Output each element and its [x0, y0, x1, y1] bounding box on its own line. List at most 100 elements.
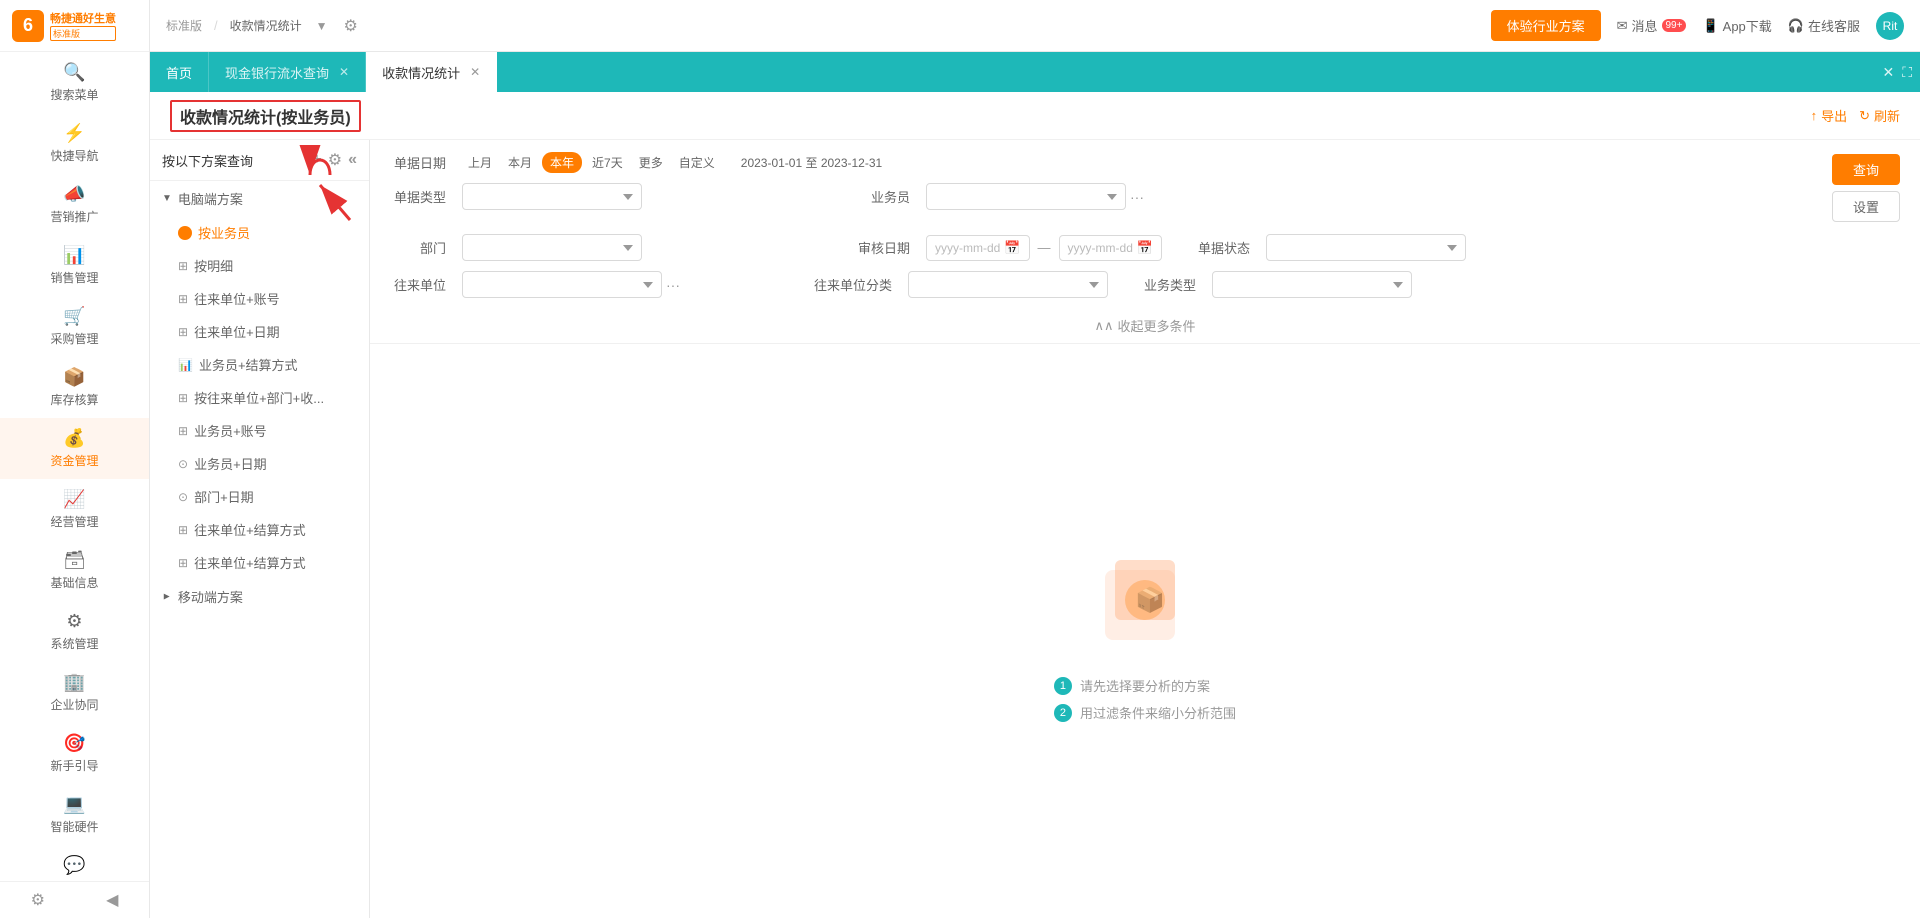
sidebar-item-basicinfo[interactable]: 🗃 基础信息	[0, 540, 149, 601]
tab-maximize-btn[interactable]: ⛶	[1902, 64, 1912, 81]
tab-bank-flow[interactable]: 现金银行流水查询 ✕	[209, 52, 366, 92]
refresh-btn[interactable]: ↻ 刷新	[1859, 106, 1900, 125]
partner-select[interactable]	[462, 271, 662, 298]
review-date-to-input[interactable]: yyyy-mm-dd 📅	[1059, 235, 1163, 261]
empty-tip-2: 2 用过滤条件来缩小分析范围	[1054, 703, 1236, 722]
export-btn[interactable]: ↑ 导出	[1811, 106, 1848, 125]
dept-select[interactable]	[462, 234, 642, 261]
doc-status-select[interactable]	[1266, 234, 1466, 261]
business-type-select[interactable]	[1212, 271, 1412, 298]
sidebar-item-capital[interactable]: 💰 资金管理	[0, 418, 149, 479]
user-avatar[interactable]: Rit	[1876, 12, 1904, 40]
sidebar-item-quicknav[interactable]: ⚡ 快捷导航	[0, 113, 149, 174]
sidebar-nav: 🔍 搜索菜单 ⚡ 快捷导航 📣 营销推广 📊 销售管理 🛒 采购管理 📦	[0, 52, 149, 881]
purchase-icon: 🛒	[63, 306, 85, 327]
breadcrumb: 标准版	[166, 17, 202, 34]
filter-settings-btn[interactable]: 设置	[1832, 191, 1900, 222]
sidebar-item-newguide[interactable]: 🎯 新手引导	[0, 723, 149, 784]
sidebar-item-inventory[interactable]: 📦 库存核算	[0, 357, 149, 418]
sidebar-item-marketing[interactable]: 📣 营销推广	[0, 174, 149, 235]
tip-num-1: 1	[1054, 677, 1072, 695]
sidebar-item-purchase[interactable]: 🛒 采购管理	[0, 296, 149, 357]
settings-gear-btn[interactable]: ⚙	[344, 16, 358, 36]
review-date-from-input[interactable]: yyyy-mm-dd 📅	[926, 235, 1030, 261]
scheme-item-partner-settle2[interactable]: ⊞ 往来单位+结算方式	[150, 546, 369, 579]
capital-icon: 💰	[63, 428, 85, 449]
sales-icon: 📊	[63, 245, 85, 266]
collapse-btn[interactable]: ∧∧ 收起更多条件	[1094, 316, 1195, 335]
system-icon: ⚙	[66, 611, 82, 632]
scheme-group-desktop-header[interactable]: ▼ 电脑端方案	[150, 181, 369, 216]
collapse-bar[interactable]: ∧∧ 收起更多条件	[390, 308, 1900, 343]
empty-svg: 📦	[1085, 540, 1205, 660]
date-tab-cur-year[interactable]: 本年	[542, 152, 582, 173]
sidebar-item-label: 系统管理	[50, 635, 98, 652]
date-range-display: 2023-01-01 至 2023-12-31	[741, 154, 882, 171]
scheme-item-partner-account[interactable]: ⊞ 往来单位+账号	[150, 282, 369, 315]
sidebar-item-system[interactable]: ⚙ 系统管理	[0, 601, 149, 662]
scheme-item-salesperson-date[interactable]: ⊙ 业务员+日期	[150, 447, 369, 480]
scheme-item-icon: ⊞	[178, 424, 188, 438]
breadcrumb-dropdown[interactable]: ▼	[316, 19, 328, 33]
sidebar-item-label: 新手引导	[50, 757, 98, 774]
tab-close-bank-flow[interactable]: ✕	[339, 65, 349, 79]
review-date-label: 审核日期	[854, 238, 910, 257]
sidebar-item-enterprise[interactable]: 🏢 企业协同	[0, 662, 149, 723]
tab-bar-end: ✕ ⛶	[1882, 64, 1920, 81]
sidebar-item-label: 基础信息	[50, 574, 98, 591]
app-download-btn[interactable]: 📱 App下载	[1702, 16, 1771, 35]
salesperson-label: 业务员	[854, 187, 910, 206]
top-bar-left: 标准版 / 收款情况统计 ▼ ⚙	[166, 16, 358, 36]
add-scheme-btn[interactable]: +	[312, 151, 321, 169]
scheme-settings-btn[interactable]: ⚙	[328, 150, 342, 170]
tab-home[interactable]: 首页	[150, 52, 209, 92]
doc-type-select[interactable]	[462, 183, 642, 210]
sidebar-item-label: 营销推广	[50, 208, 98, 225]
sidebar-item-sales[interactable]: 📊 销售管理	[0, 235, 149, 296]
inventory-icon: 📦	[63, 367, 85, 388]
scheme-item-partner-date[interactable]: ⊞ 往来单位+日期	[150, 315, 369, 348]
tab-collection[interactable]: 收款情况统计 ✕	[366, 52, 497, 92]
scheme-item-partner-settle1[interactable]: ⊞ 往来单位+结算方式	[150, 513, 369, 546]
partner-classify-select[interactable]	[908, 271, 1108, 298]
date-tab-prev-month[interactable]: 上月	[462, 152, 498, 173]
query-btn[interactable]: 查询	[1832, 154, 1900, 185]
scheme-item-salesperson-account[interactable]: ⊞ 业务员+账号	[150, 414, 369, 447]
online-service-btn[interactable]: 🎧 在线客服	[1788, 16, 1860, 35]
scheme-item-label: 部门+日期	[194, 487, 254, 506]
breadcrumb-current: 收款情况统计	[230, 17, 302, 34]
scheme-item-by-salesperson[interactable]: 按业务员	[150, 216, 369, 249]
scheme-item-by-detail[interactable]: ⊞ 按明细	[150, 249, 369, 282]
partner-more-btn[interactable]: ···	[666, 277, 680, 293]
sidebar-item-smarthw[interactable]: 💻 智能硬件	[0, 784, 149, 845]
scheme-item-icon: ⊙	[178, 457, 188, 471]
scheme-item-salesperson-settle[interactable]: 📊 业务员+结算方式	[150, 348, 369, 381]
scheme-item-dept-date[interactable]: ⊙ 部门+日期	[150, 480, 369, 513]
sidebar-item-label: 销售管理	[50, 269, 98, 286]
sidebar-collapse-btn[interactable]: ◀	[106, 890, 118, 910]
operation-icon: 📈	[63, 489, 85, 510]
panel-collapse-btn[interactable]: «	[348, 151, 357, 169]
sidebar-item-operation[interactable]: 📈 经营管理	[0, 479, 149, 540]
sidebar-settings-btn[interactable]: ⚙	[31, 890, 45, 910]
sidebar-item-search[interactable]: 🔍 搜索菜单	[0, 52, 149, 113]
logo-name: 畅捷通好生意	[50, 10, 116, 26]
sidebar-item-wechat[interactable]: 💬 企业微信	[0, 845, 149, 881]
panel-header: 按以下方案查询 + ⚙ «	[150, 140, 369, 181]
svg-text:📦: 📦	[1135, 586, 1165, 614]
group-label: 移动端方案	[178, 587, 243, 606]
messages-btn[interactable]: ✉ 消息 99+	[1617, 16, 1687, 35]
date-tab-7days[interactable]: 近7天	[586, 152, 629, 173]
tip-num-2: 2	[1054, 704, 1072, 722]
salesperson-more-btn[interactable]: ···	[1130, 189, 1144, 205]
scheme-item-partner-dept[interactable]: ⊞ 按往来单位+部门+收...	[150, 381, 369, 414]
scheme-group-mobile-header[interactable]: ▼ 移动端方案	[150, 579, 369, 614]
trial-btn[interactable]: 体验行业方案	[1491, 10, 1601, 41]
date-tab-custom[interactable]: 自定义	[673, 152, 721, 173]
salesperson-select[interactable]	[926, 183, 1126, 210]
business-type-label: 业务类型	[1140, 275, 1196, 294]
tab-close-collection[interactable]: ✕	[470, 65, 480, 79]
tab-close-all-btn[interactable]: ✕	[1882, 64, 1894, 81]
date-tab-cur-month[interactable]: 本月	[502, 152, 538, 173]
date-tab-more[interactable]: 更多	[633, 152, 669, 173]
